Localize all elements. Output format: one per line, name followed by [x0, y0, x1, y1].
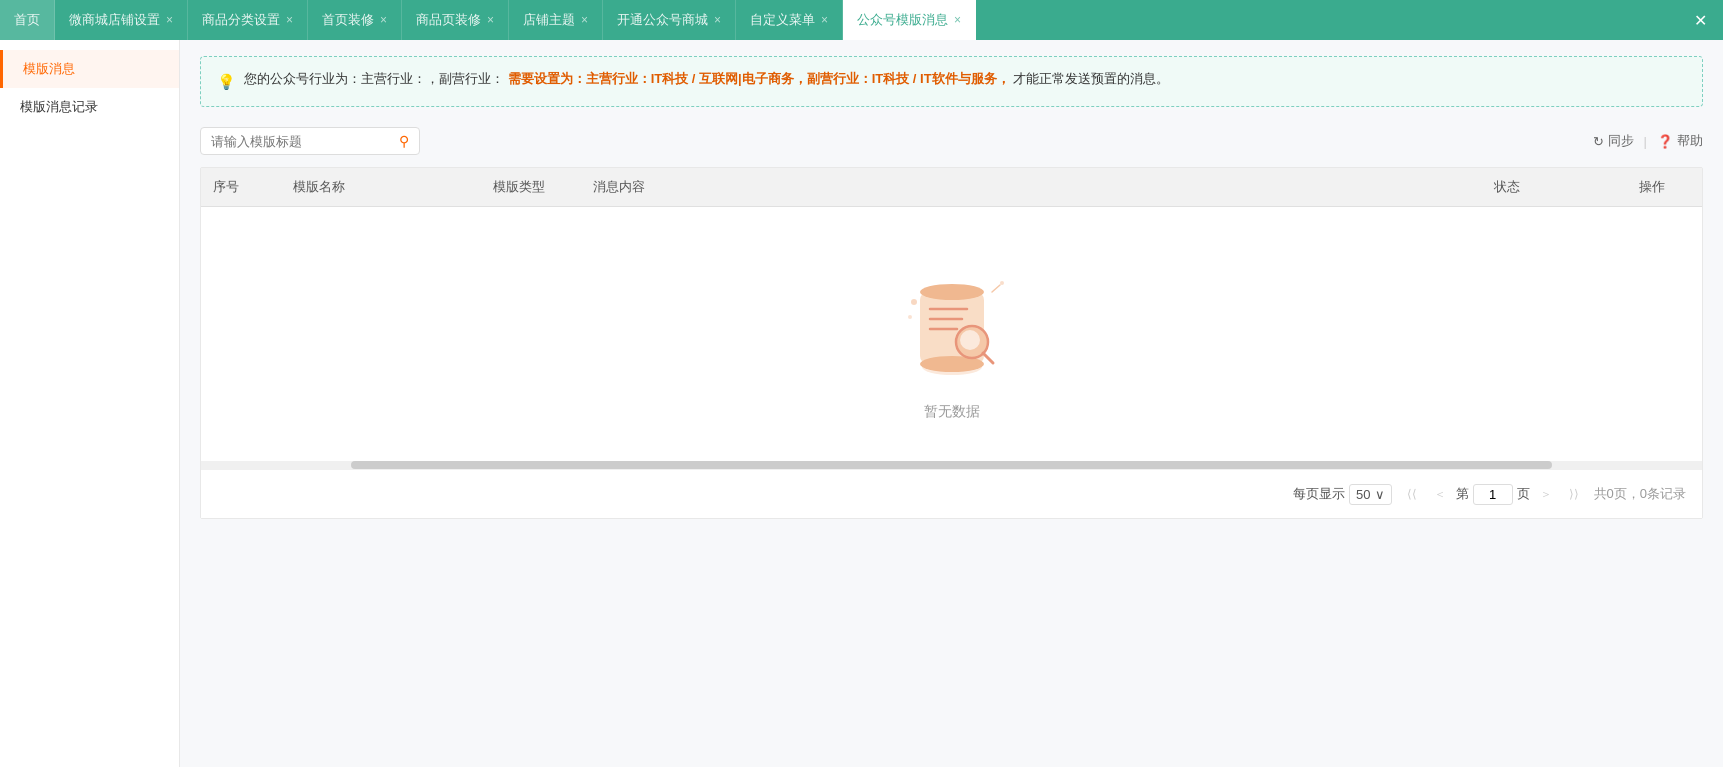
chevron-down-icon: ∨ [1375, 487, 1385, 502]
tab-mall[interactable]: 开通公众号商城 × [603, 0, 736, 40]
scrollbar-thumb[interactable] [351, 461, 1552, 469]
tab-menu-label: 自定义菜单 [750, 11, 815, 29]
tab-homepage-label: 首页装修 [322, 11, 374, 29]
col-seq: 序号 [201, 168, 281, 206]
svg-point-10 [911, 299, 917, 305]
last-page-button[interactable]: ⟩⟩ [1562, 482, 1586, 506]
sidebar: 模版消息 模版消息记录 [0, 40, 180, 767]
svg-point-11 [908, 315, 912, 319]
table-header: 序号 模版名称 模版类型 消息内容 状态 操作 [201, 168, 1702, 207]
pagination: 每页显示 50 ∨ ⟨⟨ ＜ 第 页 ＞ ⟩⟩ 共0页，0条记录 [201, 469, 1702, 518]
tab-theme-close[interactable]: × [581, 13, 588, 27]
search-input[interactable] [211, 134, 399, 149]
col-type: 模版类型 [481, 168, 581, 206]
toolbar-divider: | [1644, 134, 1647, 149]
svg-point-8 [960, 330, 980, 350]
alert-box: 💡 您的公众号行业为：主营行业：，副营行业： 需要设置为：主营行业：IT科技 /… [200, 56, 1703, 107]
page-suffix: 页 [1517, 485, 1530, 503]
help-circle-icon: ❓ [1657, 134, 1673, 149]
tab-template-close[interactable]: × [954, 13, 961, 27]
tab-template-label: 公众号模版消息 [857, 11, 948, 29]
page-size-value: 50 [1356, 487, 1370, 502]
alert-suffix: 才能正常发送预置的消息。 [1013, 71, 1169, 86]
tab-category[interactable]: 商品分类设置 × [188, 0, 308, 40]
alert-icon: 💡 [217, 70, 236, 94]
sidebar-item-template-msg[interactable]: 模版消息 [0, 50, 179, 88]
tab-product-label: 商品页装修 [416, 11, 481, 29]
page-number-input[interactable] [1473, 484, 1513, 505]
tab-home-label: 首页 [14, 11, 40, 29]
alert-prefix: 您的公众号行业为：主营行业：，副营行业： [244, 71, 504, 86]
page-nav: ⟨⟨ ＜ 第 页 ＞ ⟩⟩ [1400, 482, 1586, 506]
help-button[interactable]: ❓ 帮助 [1657, 132, 1703, 150]
tab-weshop-close[interactable]: × [166, 13, 173, 27]
tab-mall-close[interactable]: × [714, 13, 721, 27]
svg-point-2 [920, 284, 984, 300]
tab-theme-label: 店铺主题 [523, 11, 575, 29]
toolbar-right: ↻ 同步 | ❓ 帮助 [1593, 132, 1703, 150]
col-content: 消息内容 [581, 168, 1482, 206]
page-size-label: 每页显示 [1293, 485, 1345, 503]
tab-product[interactable]: 商品页装修 × [402, 0, 509, 40]
help-label: 帮助 [1677, 132, 1703, 150]
tab-category-close[interactable]: × [286, 13, 293, 27]
page-size-select-box[interactable]: 50 ∨ [1349, 484, 1391, 505]
tab-weshop[interactable]: 微商城店铺设置 × [55, 0, 188, 40]
sidebar-item-template-msg-label: 模版消息 [23, 61, 75, 76]
tab-category-label: 商品分类设置 [202, 11, 280, 29]
tab-homepage-close[interactable]: × [380, 13, 387, 27]
prev-page-button[interactable]: ＜ [1428, 482, 1452, 506]
empty-state: 暂无数据 [201, 207, 1702, 461]
page-prefix: 第 [1456, 485, 1469, 503]
sync-label: 同步 [1608, 132, 1634, 150]
tab-menu[interactable]: 自定义菜单 × [736, 0, 843, 40]
sidebar-item-template-log-label: 模版消息记录 [20, 99, 98, 114]
tab-template[interactable]: 公众号模版消息 × [843, 0, 976, 40]
tab-mall-label: 开通公众号商城 [617, 11, 708, 29]
alert-text: 您的公众号行业为：主营行业：，副营行业： 需要设置为：主营行业：IT科技 / 互… [244, 69, 1169, 90]
first-page-button[interactable]: ⟨⟨ [1400, 482, 1424, 506]
tab-home[interactable]: 首页 [0, 0, 55, 40]
col-name: 模版名称 [281, 168, 481, 206]
total-info: 共0页，0条记录 [1594, 485, 1686, 503]
svg-line-9 [983, 353, 993, 363]
search-box[interactable]: ⚲ [200, 127, 420, 155]
top-nav: 首页 微商城店铺设置 × 商品分类设置 × 首页装修 × 商品页装修 × 店铺主… [0, 0, 1723, 40]
empty-text: 暂无数据 [924, 403, 980, 421]
next-page-button[interactable]: ＞ [1534, 482, 1558, 506]
sync-button[interactable]: ↻ 同步 [1593, 132, 1634, 150]
svg-line-12 [992, 285, 1000, 292]
page-size-selector: 每页显示 50 ∨ [1293, 484, 1391, 505]
tab-homepage[interactable]: 首页装修 × [308, 0, 402, 40]
data-table: 序号 模版名称 模版类型 消息内容 状态 操作 [200, 167, 1703, 519]
col-status: 状态 [1482, 168, 1602, 206]
alert-highlight: 需要设置为：主营行业：IT科技 / 互联网|电子商务，副营行业：IT科技 / I… [508, 71, 1010, 86]
empty-illustration [892, 267, 1012, 387]
global-close-button[interactable]: ✕ [1678, 11, 1723, 30]
search-icon[interactable]: ⚲ [399, 133, 409, 149]
tab-theme[interactable]: 店铺主题 × [509, 0, 603, 40]
content-area: 💡 您的公众号行业为：主营行业：，副营行业： 需要设置为：主营行业：IT科技 /… [180, 40, 1723, 767]
sidebar-item-template-log[interactable]: 模版消息记录 [0, 88, 179, 126]
tab-menu-close[interactable]: × [821, 13, 828, 27]
scrollbar-track[interactable] [201, 461, 1702, 469]
main-layout: 模版消息 模版消息记录 💡 您的公众号行业为：主营行业：，副营行业： 需要设置为… [0, 40, 1723, 767]
toolbar: ⚲ ↻ 同步 | ❓ 帮助 [200, 127, 1703, 155]
tab-product-close[interactable]: × [487, 13, 494, 27]
tab-weshop-label: 微商城店铺设置 [69, 11, 160, 29]
sync-icon: ↻ [1593, 134, 1604, 149]
col-action: 操作 [1602, 168, 1702, 206]
svg-point-13 [1000, 281, 1004, 285]
